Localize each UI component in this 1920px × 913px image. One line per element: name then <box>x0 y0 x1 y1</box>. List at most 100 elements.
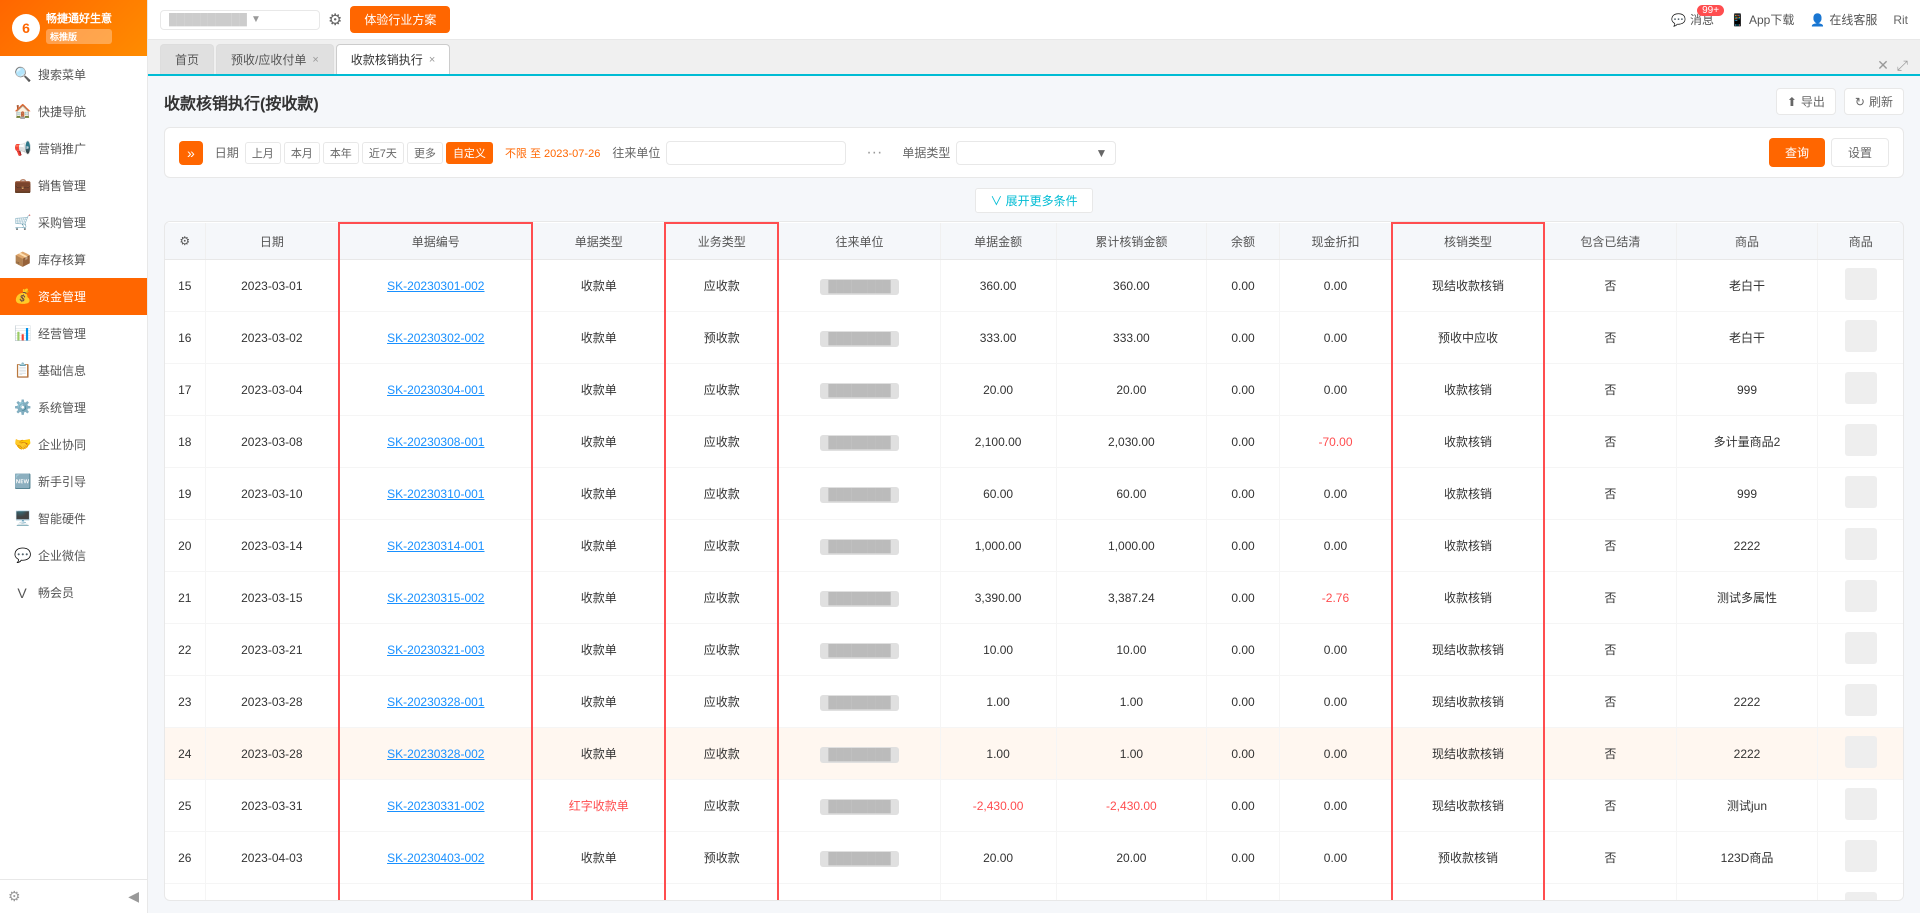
table-row[interactable]: 17 2023-03-04 SK-20230304-001 收款单 应收款 ██… <box>165 364 1903 416</box>
export-button[interactable]: ⬆ 导出 <box>1776 88 1836 115</box>
table-row[interactable]: 15 2023-03-01 SK-20230301-002 收款单 应收款 ██… <box>165 260 1903 312</box>
sidebar-item-search[interactable]: 🔍 搜索菜单 <box>0 56 147 93</box>
filter-settings-button[interactable]: 设置 <box>1831 138 1889 167</box>
cell-bill-no[interactable]: SK-20230314-001 <box>339 520 532 572</box>
cell-cancel-type: 现结收款核销 <box>1392 780 1544 832</box>
sidebar-item-system[interactable]: ⚙️ 系统管理 <box>0 389 147 426</box>
bill-type-select[interactable]: ▼ <box>956 141 1116 165</box>
refresh-button[interactable]: ↻ 刷新 <box>1844 88 1904 115</box>
cell-bill-no[interactable]: SK-20230301-002 <box>339 260 532 312</box>
data-table-container[interactable]: ⚙ 日期 单据编号 单据类型 业务类型 往来单位 单据金额 累计核销金额 余额 … <box>164 221 1904 901</box>
messages-button[interactable]: 💬 消息 99+ <box>1671 11 1714 28</box>
sidebar-logo-title: 畅捷通好生意 <box>46 12 112 26</box>
cell-bill-no[interactable]: SK-20230315-002 <box>339 572 532 624</box>
sidebar-item-purchase[interactable]: 🛒 采购管理 <box>0 204 147 241</box>
sidebar-item-inventory[interactable]: 📦 库存核算 <box>0 241 147 278</box>
sidebar-item-collab-label: 企业协同 <box>38 436 86 453</box>
refresh-label: 刷新 <box>1869 93 1893 110</box>
tab-home[interactable]: 首页 <box>160 44 214 74</box>
table-row[interactable]: 24 2023-03-28 SK-20230328-002 收款单 应收款 ██… <box>165 728 1903 780</box>
sidebar-item-hardware-label: 智能硬件 <box>38 510 86 527</box>
th-settings[interactable]: ⚙ <box>165 223 205 260</box>
cell-bill-no[interactable]: SK-20230408-001 <box>339 884 532 902</box>
sidebar-item-guide[interactable]: 🆕 新手引导 <box>0 463 147 500</box>
date-this-month-btn[interactable]: 本月 <box>284 142 320 164</box>
sidebar-item-wechat[interactable]: 💬 企业微信 <box>0 537 147 574</box>
cell-bill-no[interactable]: SK-20230328-002 <box>339 728 532 780</box>
topbar-dropdown[interactable]: ██████████ ▼ <box>160 10 320 30</box>
expand-more-button[interactable]: ∨ 展开更多条件 <box>975 188 1092 213</box>
bill-type-filter-label: 单据类型 <box>902 144 950 161</box>
cell-bill-no[interactable]: SK-20230310-001 <box>339 468 532 520</box>
table-row[interactable]: 25 2023-03-31 SK-20230331-002 红字收款单 应收款 … <box>165 780 1903 832</box>
solution-button[interactable]: 体验行业方案 <box>350 6 450 33</box>
th-cancel-type[interactable]: 核销类型 <box>1392 223 1544 260</box>
cell-accum: -2,430.00 <box>1056 780 1207 832</box>
sidebar-item-finance[interactable]: 💰 资金管理 <box>0 278 147 315</box>
th-accum[interactable]: 累计核销金额 <box>1056 223 1207 260</box>
query-button[interactable]: 查询 <box>1769 138 1825 167</box>
th-include-settled[interactable]: 包含已结清 <box>1544 223 1676 260</box>
date-more-btn[interactable]: 更多 <box>407 142 443 164</box>
settings-bottom-icon[interactable]: ⚙ <box>8 888 21 905</box>
cell-bill-no[interactable]: SK-20230328-001 <box>339 676 532 728</box>
sidebar-item-quick[interactable]: 🏠 快捷导航 <box>0 93 147 130</box>
filter-dots: ··· <box>866 144 882 162</box>
cell-discount: 0.00 <box>1279 884 1392 902</box>
date-7days-btn[interactable]: 近7天 <box>362 142 404 164</box>
table-row[interactable]: 20 2023-03-14 SK-20230314-001 收款单 应收款 ██… <box>165 520 1903 572</box>
th-goods[interactable]: 商品 <box>1676 223 1818 260</box>
th-amount[interactable]: 单据金额 <box>940 223 1056 260</box>
tab-advance-close[interactable]: × <box>312 54 318 66</box>
cell-balance: 0.00 <box>1207 520 1280 572</box>
tab-advance[interactable]: 预收/应收付单 × <box>216 44 334 74</box>
collapse-icon[interactable]: ◀ <box>128 888 139 905</box>
th-biz-type[interactable]: 业务类型 <box>665 223 778 260</box>
cell-bill-no[interactable]: SK-20230302-002 <box>339 312 532 364</box>
cell-date: 2023-03-02 <box>205 312 339 364</box>
table-row[interactable]: 27 2023-04-08 SK-20230408-001 收款单 应收款 ██… <box>165 884 1903 902</box>
date-this-year-btn[interactable]: 本年 <box>323 142 359 164</box>
table-row[interactable]: 19 2023-03-10 SK-20230310-001 收款单 应收款 ██… <box>165 468 1903 520</box>
cell-bill-no[interactable]: SK-20230403-002 <box>339 832 532 884</box>
table-row[interactable]: 23 2023-03-28 SK-20230328-001 收款单 应收款 ██… <box>165 676 1903 728</box>
sidebar-item-marketing[interactable]: 📢 营销推广 <box>0 130 147 167</box>
sidebar-item-operation[interactable]: 📊 经营管理 <box>0 315 147 352</box>
table-row[interactable]: 16 2023-03-02 SK-20230302-002 收款单 预收款 ██… <box>165 312 1903 364</box>
table-row[interactable]: 18 2023-03-08 SK-20230308-001 收款单 应收款 ██… <box>165 416 1903 468</box>
th-balance[interactable]: 余额 <box>1207 223 1280 260</box>
filter-expand-button[interactable]: » <box>179 141 203 165</box>
th-bill-no[interactable]: 单据编号 <box>339 223 532 260</box>
cell-bill-no[interactable]: SK-20230321-003 <box>339 624 532 676</box>
cell-cancel-type: 现结收款核销 <box>1392 884 1544 902</box>
online-service-button[interactable]: 👤 在线客服 <box>1810 11 1877 28</box>
th-goods2[interactable]: 商品 <box>1818 223 1903 260</box>
cell-bill-no[interactable]: SK-20230308-001 <box>339 416 532 468</box>
cell-goods: 123D商品 <box>1676 832 1818 884</box>
tab-reconcile-close[interactable]: × <box>429 54 435 66</box>
date-last-month-btn[interactable]: 上月 <box>245 142 281 164</box>
partner-filter-input[interactable] <box>666 141 846 165</box>
wechat-icon: 💬 <box>14 547 30 564</box>
cell-cancel-type: 收款核销 <box>1392 416 1544 468</box>
th-bill-type[interactable]: 单据类型 <box>532 223 665 260</box>
cell-bill-no[interactable]: SK-20230304-001 <box>339 364 532 416</box>
app-download-button[interactable]: 📱 App下载 <box>1730 11 1794 28</box>
sidebar-item-member[interactable]: V 畅会员 <box>0 574 147 611</box>
tab-restore-icon[interactable]: ⤢ <box>1897 57 1908 74</box>
cell-bill-no[interactable]: SK-20230331-002 <box>339 780 532 832</box>
table-row[interactable]: 21 2023-03-15 SK-20230315-002 收款单 应收款 ██… <box>165 572 1903 624</box>
tab-reconcile[interactable]: 收款核销执行 × <box>336 44 450 74</box>
sidebar-item-basic[interactable]: 📋 基础信息 <box>0 352 147 389</box>
gear-icon[interactable]: ⚙ <box>328 10 342 30</box>
sidebar-item-sales[interactable]: 💼 销售管理 <box>0 167 147 204</box>
tab-close-all-icon[interactable]: ✕ <box>1877 57 1889 74</box>
sidebar-item-collab[interactable]: 🤝 企业协同 <box>0 426 147 463</box>
sidebar-item-hardware[interactable]: 🖥️ 智能硬件 <box>0 500 147 537</box>
th-discount[interactable]: 现金折扣 <box>1279 223 1392 260</box>
date-custom-btn[interactable]: 自定义 <box>446 142 493 164</box>
table-row[interactable]: 22 2023-03-21 SK-20230321-003 收款单 应收款 ██… <box>165 624 1903 676</box>
th-date[interactable]: 日期 <box>205 223 339 260</box>
th-partner[interactable]: 往来单位 <box>778 223 940 260</box>
table-row[interactable]: 26 2023-04-03 SK-20230403-002 收款单 预收款 ██… <box>165 832 1903 884</box>
